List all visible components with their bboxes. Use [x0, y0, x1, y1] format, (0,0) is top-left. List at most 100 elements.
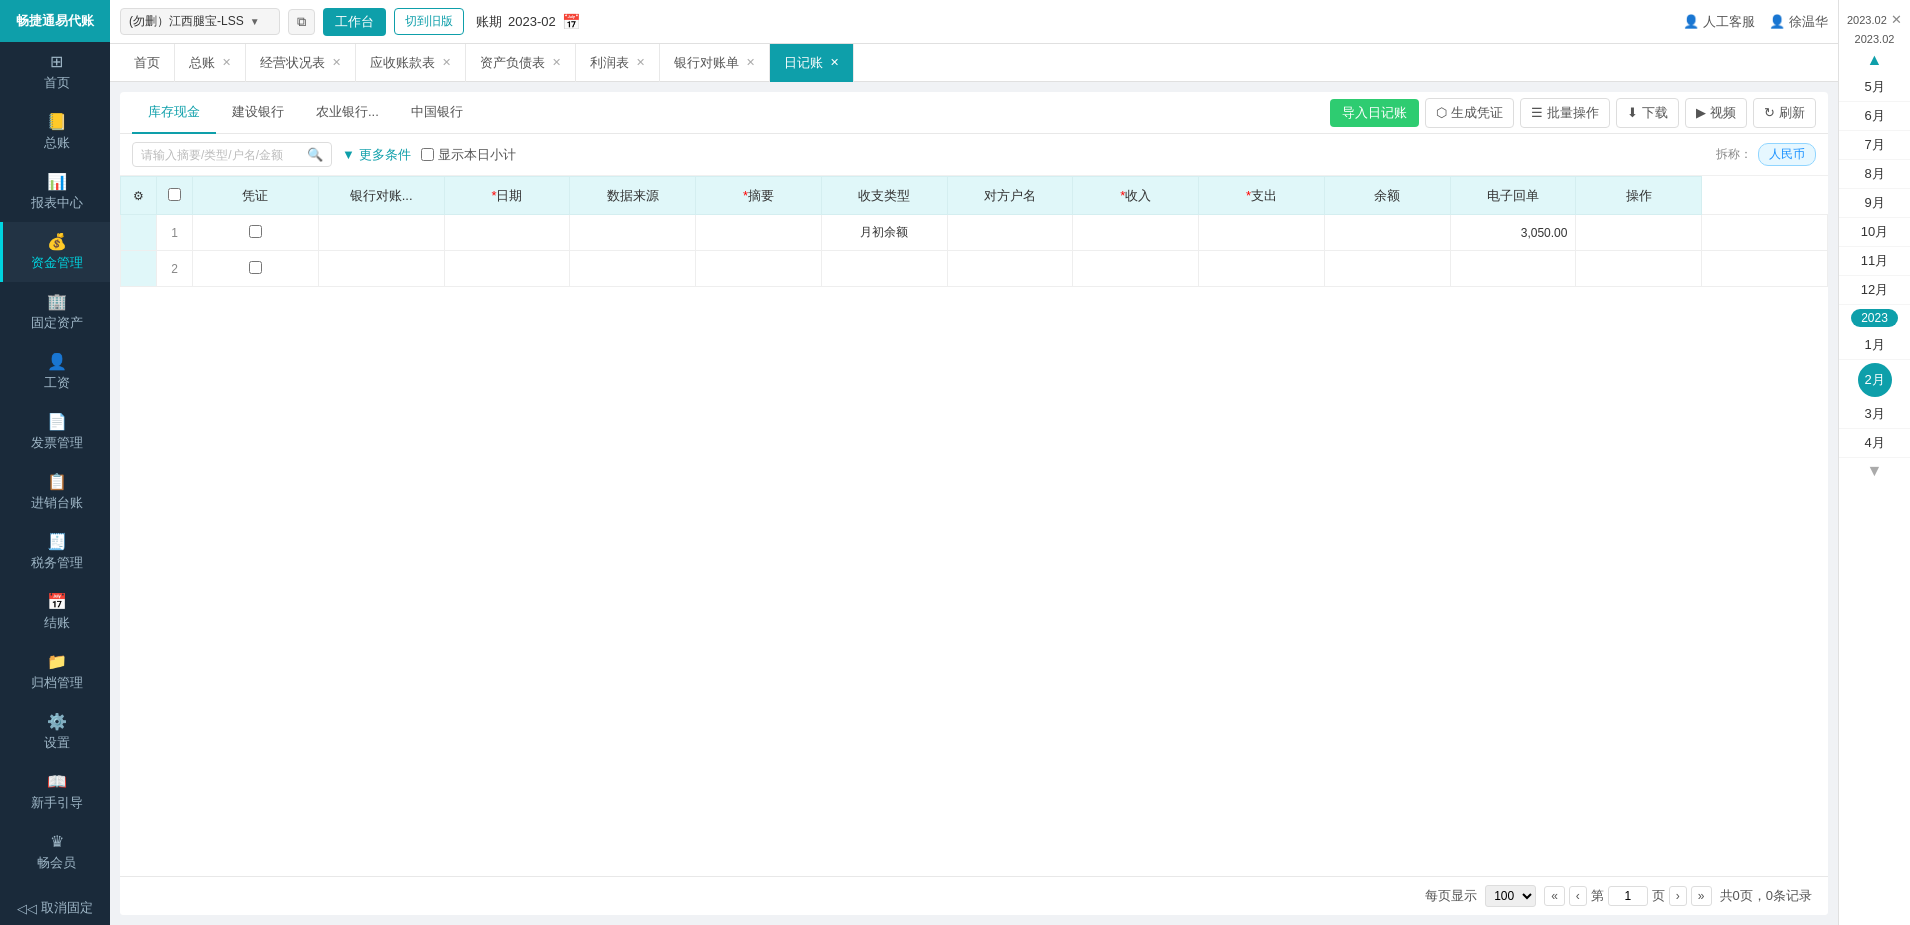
last-page-button[interactable]: »: [1691, 886, 1712, 906]
sidebar-item-payroll[interactable]: 👤 工资: [0, 342, 110, 402]
cal-close-btn[interactable]: ✕: [1891, 12, 1902, 27]
row-operation-0[interactable]: [1702, 215, 1828, 251]
subtab-cash[interactable]: 库存现金: [132, 92, 216, 134]
cal-year-badge[interactable]: 2023: [1851, 309, 1898, 327]
user-info[interactable]: 👤 徐温华: [1769, 13, 1828, 31]
cal-month-4-2023[interactable]: 4月: [1839, 429, 1910, 458]
show-daily-total-checkbox[interactable]: 显示本日小计: [421, 146, 516, 164]
sidebar-item-archive[interactable]: 📁 归档管理: [0, 642, 110, 702]
subtab-abc[interactable]: 农业银行...: [300, 92, 395, 134]
daily-total-check[interactable]: [421, 148, 434, 161]
sidebar-unpin[interactable]: ◁◁ 取消固定: [0, 891, 110, 925]
generate-voucher-button[interactable]: ⬡ 生成凭证: [1425, 98, 1514, 128]
home-icon: ⊞: [50, 52, 63, 71]
cal-months-active: 1月 2月 3月 4月: [1839, 331, 1910, 458]
sidebar-item-newbie[interactable]: 📖 新手引导: [0, 762, 110, 822]
row-bank-1: [444, 251, 570, 287]
row-checkbox-1[interactable]: [249, 261, 262, 274]
th-settings[interactable]: ⚙: [121, 177, 157, 215]
cal-month-5[interactable]: 5月: [1839, 73, 1910, 102]
row-checkbox-0[interactable]: [249, 225, 262, 238]
import-journal-button[interactable]: 导入日记账: [1330, 99, 1419, 127]
select-all-checkbox[interactable]: [168, 188, 181, 201]
cal-month-11[interactable]: 11月: [1839, 247, 1910, 276]
period-calendar-icon[interactable]: 📅: [562, 13, 581, 31]
sidebar-item-home[interactable]: ⊞ 首页: [0, 42, 110, 102]
tab-bank-close[interactable]: ✕: [746, 56, 755, 69]
user-service[interactable]: 👤 人工客服: [1683, 13, 1755, 31]
page-input[interactable]: [1608, 886, 1648, 906]
journal-card: 库存现金 建设银行 农业银行... 中国银行 导入日记账 ⬡ 生成凭证: [120, 92, 1828, 915]
company-selector[interactable]: (勿删）江西腿宝-LSS ▼: [120, 8, 280, 35]
cal-month-8[interactable]: 8月: [1839, 160, 1910, 189]
row-check-1[interactable]: [193, 251, 319, 287]
cal-month-2-active[interactable]: 2月: [1858, 363, 1892, 397]
sidebar-item-settlement[interactable]: 📅 结账: [0, 582, 110, 642]
sidebar-item-label-home: 首页: [44, 74, 70, 92]
sidebar-item-tax[interactable]: 🧾 税务管理: [0, 522, 110, 582]
tab-assets-close[interactable]: ✕: [552, 56, 561, 69]
batch-ops-button[interactable]: ☰ 批量操作: [1520, 98, 1610, 128]
tab-home[interactable]: 首页: [120, 44, 175, 82]
tab-profit[interactable]: 利润表 ✕: [576, 44, 660, 82]
sidebar-item-fund[interactable]: 💰 资金管理: [0, 222, 110, 282]
tab-general[interactable]: 总账 ✕: [175, 44, 246, 82]
tab-journal-close[interactable]: ✕: [830, 56, 839, 69]
old-version-button[interactable]: 切到旧版: [394, 8, 464, 35]
tab-business-close[interactable]: ✕: [332, 56, 341, 69]
cal-nav-down[interactable]: ▼: [1839, 458, 1910, 484]
page-size-select[interactable]: 100: [1485, 885, 1536, 907]
row-check-0[interactable]: [193, 215, 319, 251]
download-button[interactable]: ⬇ 下载: [1616, 98, 1679, 128]
sidebar-item-label-assets: 固定资产: [31, 314, 83, 332]
tab-business[interactable]: 经营状况表 ✕: [246, 44, 356, 82]
more-conditions[interactable]: ▼ 更多条件: [342, 146, 411, 164]
sidebar-item-fixed-assets[interactable]: 🏢 固定资产: [0, 282, 110, 342]
tab-bank[interactable]: 银行对账单 ✕: [660, 44, 770, 82]
video-button[interactable]: ▶ 视频: [1685, 98, 1747, 128]
sidebar: 畅捷通易代账 ⊞ 首页 📒 总账 📊 报表中心 💰 资金管理 🏢 固定资产 👤 …: [0, 0, 110, 925]
sidebar-item-invoice[interactable]: 📄 发票管理: [0, 402, 110, 462]
sidebar-item-settings[interactable]: ⚙️ 设置: [0, 702, 110, 762]
tab-profit-close[interactable]: ✕: [636, 56, 645, 69]
th-expense: *支出: [1199, 177, 1325, 215]
tab-receivable-close[interactable]: ✕: [442, 56, 451, 69]
tab-journal[interactable]: 日记账 ✕: [770, 44, 854, 82]
sidebar-item-general-ledger[interactable]: 📒 总账: [0, 102, 110, 162]
search-input[interactable]: [141, 148, 301, 162]
row-operation-1[interactable]: [1702, 251, 1828, 287]
tab-receivable-label: 应收账款表: [370, 54, 435, 72]
cal-month-7[interactable]: 7月: [1839, 131, 1910, 160]
subtab-boc[interactable]: 中国银行: [395, 92, 479, 134]
cal-month-3-2023[interactable]: 3月: [1839, 400, 1910, 429]
sidebar-item-report[interactable]: 📊 报表中心: [0, 162, 110, 222]
search-icon[interactable]: 🔍: [307, 147, 323, 162]
tab-assets[interactable]: 资产负债表 ✕: [466, 44, 576, 82]
filter-row: 🔍 ▼ 更多条件 显示本日小计 拆称： 人民币: [120, 134, 1828, 176]
download-icon: ⬇: [1627, 105, 1638, 120]
period-value: 2023-02: [508, 14, 556, 29]
sidebar-item-vip[interactable]: ♛ 畅会员: [0, 822, 110, 882]
subtab-cash-label: 库存现金: [148, 103, 200, 121]
workbench-button[interactable]: 工作台: [323, 8, 386, 36]
cal-month-9[interactable]: 9月: [1839, 189, 1910, 218]
cal-month-10[interactable]: 10月: [1839, 218, 1910, 247]
currency-badge[interactable]: 人民币: [1758, 143, 1816, 166]
row-summary-1: [821, 251, 947, 287]
prev-page-button[interactable]: ‹: [1569, 886, 1587, 906]
cal-month-1-2023[interactable]: 1月: [1839, 331, 1910, 360]
subtab-ccb[interactable]: 建设银行: [216, 92, 300, 134]
row-source-0: [696, 215, 822, 251]
first-page-button[interactable]: «: [1544, 886, 1565, 906]
refresh-button[interactable]: ↻ 刷新: [1753, 98, 1816, 128]
tab-receivable[interactable]: 应收账款表 ✕: [356, 44, 466, 82]
copy-button[interactable]: ⧉: [288, 9, 315, 35]
th-check[interactable]: [157, 177, 193, 215]
cal-month-12[interactable]: 12月: [1839, 276, 1910, 305]
cal-month-6[interactable]: 6月: [1839, 102, 1910, 131]
tab-general-close[interactable]: ✕: [222, 56, 231, 69]
cal-nav-up[interactable]: ▲: [1839, 47, 1910, 73]
sidebar-item-sales-ledger[interactable]: 📋 进销台账: [0, 462, 110, 522]
content-area: 库存现金 建设银行 农业银行... 中国银行 导入日记账 ⬡ 生成凭证: [110, 82, 1838, 925]
next-page-button[interactable]: ›: [1669, 886, 1687, 906]
